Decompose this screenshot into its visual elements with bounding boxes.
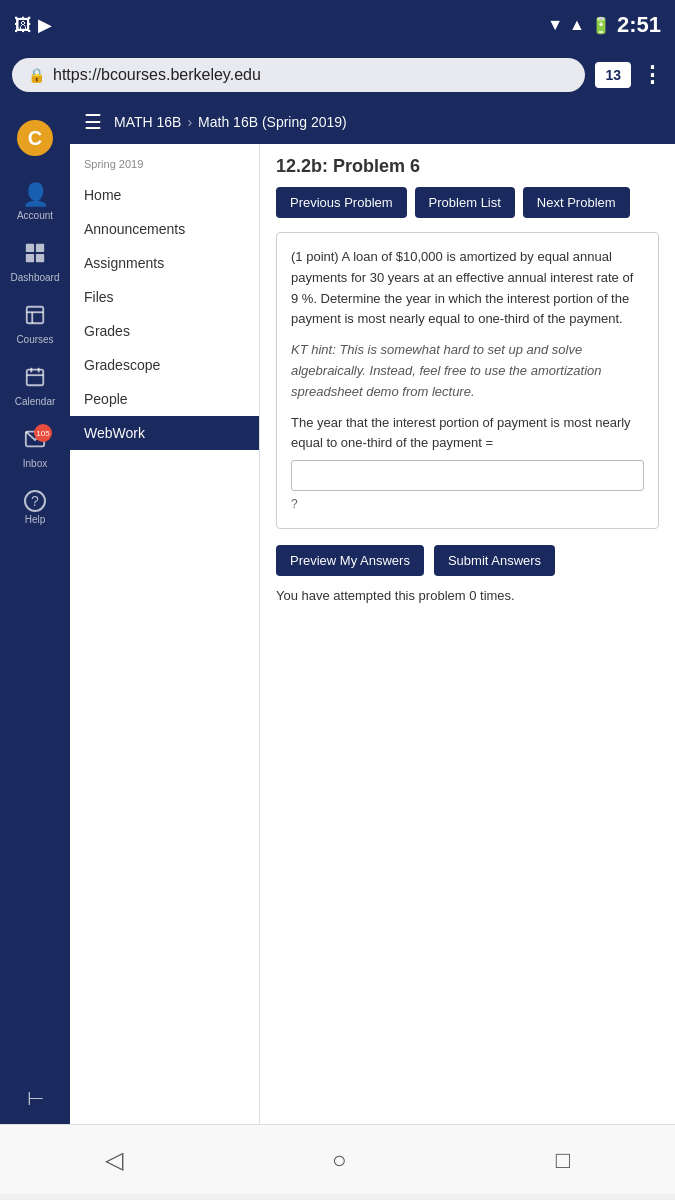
recents-button[interactable]: □ bbox=[536, 1136, 591, 1184]
tab-count[interactable]: 13 bbox=[595, 62, 631, 88]
inbox-badge: 105 bbox=[34, 424, 52, 442]
sidebar-item-courses[interactable]: Courses bbox=[0, 296, 70, 354]
more-menu-button[interactable]: ⋮ bbox=[641, 62, 663, 88]
nav-item-grades[interactable]: Grades bbox=[70, 314, 259, 348]
sidebar-nav: C 👤 Account Dashboard bbox=[0, 100, 70, 1124]
problem-box: (1 point) A loan of $10,000 is amortized… bbox=[276, 232, 659, 529]
nav-item-assignments[interactable]: Assignments bbox=[70, 246, 259, 280]
courses-label: Courses bbox=[16, 334, 53, 346]
answer-input[interactable] bbox=[291, 460, 644, 491]
main-container: C 👤 Account Dashboard bbox=[0, 100, 675, 1124]
calendar-icon bbox=[24, 366, 46, 394]
nav-item-announcements[interactable]: Announcements bbox=[70, 212, 259, 246]
nav-item-home[interactable]: Home bbox=[70, 178, 259, 212]
sidebar-item-calendar[interactable]: Calendar bbox=[0, 358, 70, 416]
sidebar-back-button[interactable]: ⊢ bbox=[0, 1078, 70, 1124]
account-icon: 👤 bbox=[22, 182, 49, 208]
status-left: 🖼 ▶ bbox=[14, 14, 52, 36]
svg-rect-3 bbox=[36, 254, 44, 262]
sidebar-item-account[interactable]: 👤 Account bbox=[0, 174, 70, 230]
home-button[interactable]: ○ bbox=[312, 1136, 367, 1184]
wifi-icon: ▼ bbox=[547, 16, 563, 34]
breadcrumb: MATH 16B › Math 16B (Spring 2019) bbox=[114, 114, 347, 130]
svg-rect-4 bbox=[27, 307, 44, 324]
nav-item-files[interactable]: Files bbox=[70, 280, 259, 314]
previous-problem-button[interactable]: Previous Problem bbox=[276, 187, 407, 218]
hint-text: KT hint: This is somewhat hard to set up… bbox=[291, 340, 644, 402]
course-header: ☰ MATH 16B › Math 16B (Spring 2019) bbox=[70, 100, 675, 144]
semester-label: Spring 2019 bbox=[70, 154, 259, 178]
answer-hint: ? bbox=[291, 495, 644, 514]
account-label: Account bbox=[17, 210, 53, 222]
next-problem-button[interactable]: Next Problem bbox=[523, 187, 630, 218]
status-right: ▼ ▲ 🔋 2:51 bbox=[547, 12, 661, 38]
attempt-text: You have attempted this problem 0 times. bbox=[276, 588, 659, 603]
signal-icon: ▲ bbox=[569, 16, 585, 34]
svg-rect-7 bbox=[27, 370, 44, 386]
nav-item-webwork[interactable]: WebWork bbox=[70, 416, 259, 450]
courses-icon bbox=[24, 304, 46, 332]
lock-icon: 🔒 bbox=[28, 67, 45, 83]
answer-label: The year that the interest portion of pa… bbox=[291, 413, 644, 455]
canvas-logo[interactable]: C bbox=[0, 110, 70, 170]
submit-answers-button[interactable]: Submit Answers bbox=[434, 545, 555, 576]
inbox-label: Inbox bbox=[23, 458, 47, 470]
status-time: 2:51 bbox=[617, 12, 661, 38]
url-bar: 🔒 https://bcourses.berkeley.edu 13 ⋮ bbox=[0, 50, 675, 100]
course-nav: Spring 2019 Home Announcements Assignmen… bbox=[70, 144, 260, 1124]
course-area: ☰ MATH 16B › Math 16B (Spring 2019) Spri… bbox=[70, 100, 675, 1124]
url-text: https://bcourses.berkeley.edu bbox=[53, 66, 261, 84]
help-label: Help bbox=[25, 514, 46, 526]
action-buttons: Preview My Answers Submit Answers bbox=[276, 545, 659, 576]
bottom-nav: ◁ ○ □ bbox=[0, 1124, 675, 1194]
battery-icon: 🔋 bbox=[591, 16, 611, 35]
nav-item-gradescope[interactable]: Gradescope bbox=[70, 348, 259, 382]
url-input-container[interactable]: 🔒 https://bcourses.berkeley.edu bbox=[12, 58, 585, 92]
breadcrumb-separator: › bbox=[187, 114, 192, 130]
hamburger-menu[interactable]: ☰ bbox=[84, 110, 102, 134]
answer-row: The year that the interest portion of pa… bbox=[291, 413, 644, 515]
back-arrow-icon: ⊢ bbox=[27, 1086, 44, 1110]
video-icon: ▶ bbox=[38, 14, 52, 36]
breadcrumb-section[interactable]: Math 16B (Spring 2019) bbox=[198, 114, 347, 130]
calendar-label: Calendar bbox=[15, 396, 56, 408]
back-button[interactable]: ◁ bbox=[85, 1136, 143, 1184]
status-icons: 🖼 ▶ bbox=[14, 14, 52, 36]
sidebar-item-dashboard[interactable]: Dashboard bbox=[0, 234, 70, 292]
problem-list-button[interactable]: Problem List bbox=[415, 187, 515, 218]
problem-text: (1 point) A loan of $10,000 is amortized… bbox=[291, 247, 644, 330]
preview-answers-button[interactable]: Preview My Answers bbox=[276, 545, 424, 576]
sidebar-item-help[interactable]: ? Help bbox=[0, 482, 70, 534]
course-body: Spring 2019 Home Announcements Assignmen… bbox=[70, 144, 675, 1124]
problem-title: 12.2b: Problem 6 bbox=[276, 144, 659, 187]
breadcrumb-course[interactable]: MATH 16B bbox=[114, 114, 181, 130]
navigation-buttons: Previous Problem Problem List Next Probl… bbox=[276, 187, 659, 218]
help-icon: ? bbox=[24, 490, 46, 512]
svg-rect-0 bbox=[26, 244, 34, 252]
svg-rect-1 bbox=[36, 244, 44, 252]
dashboard-label: Dashboard bbox=[11, 272, 60, 284]
svg-rect-2 bbox=[26, 254, 34, 262]
status-bar: 🖼 ▶ ▼ ▲ 🔋 2:51 bbox=[0, 0, 675, 50]
dashboard-icon bbox=[24, 242, 46, 270]
canvas-icon: C bbox=[17, 120, 53, 156]
sidebar-item-inbox[interactable]: 105 Inbox bbox=[0, 420, 70, 478]
content-area: 12.2b: Problem 6 Previous Problem Proble… bbox=[260, 144, 675, 1124]
photo-icon: 🖼 bbox=[14, 15, 32, 36]
nav-item-people[interactable]: People bbox=[70, 382, 259, 416]
